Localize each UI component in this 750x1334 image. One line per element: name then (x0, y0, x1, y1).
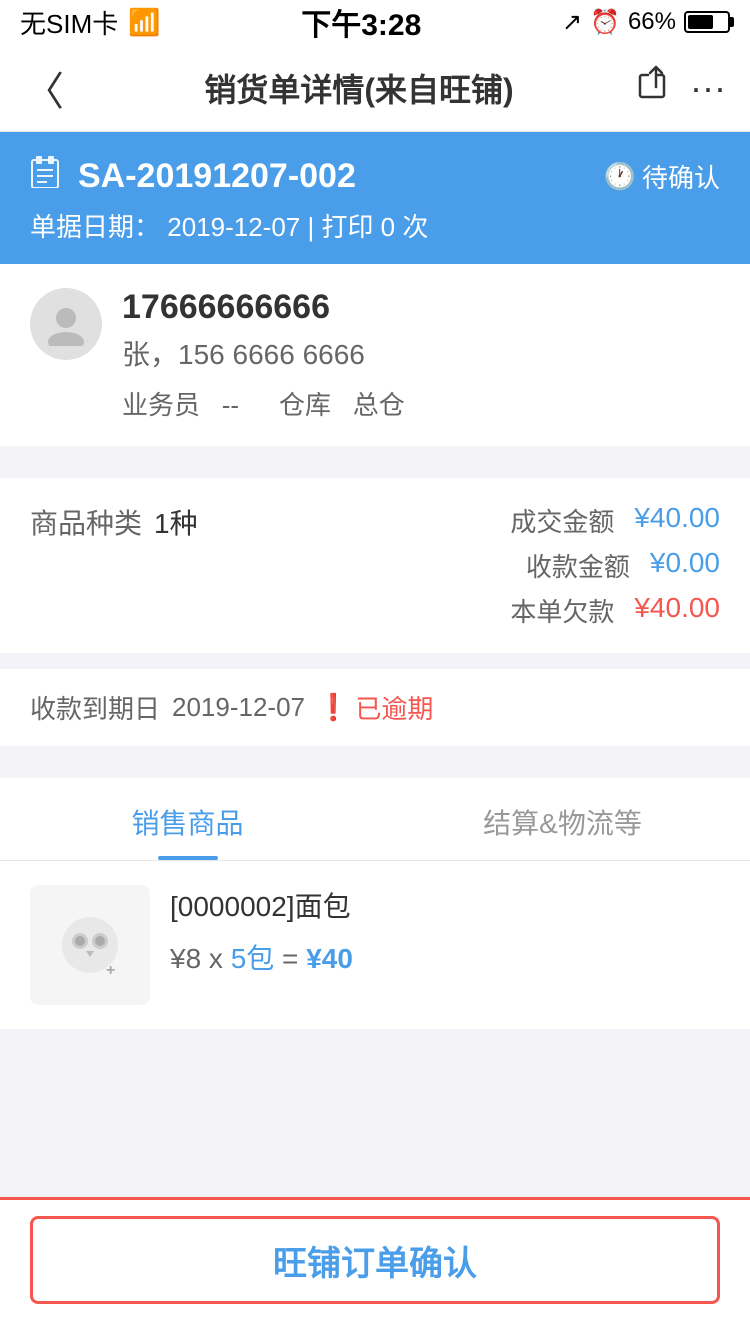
status-right: ↗ ⏰ 66% (562, 8, 730, 37)
order-icon (30, 156, 66, 197)
status-clock-icon: 🕐 (604, 161, 636, 192)
order-number: SA-20191207-002 (30, 156, 356, 197)
customer-phone: 17666666666 (122, 288, 720, 327)
time-display: 下午3:28 (301, 0, 421, 44)
battery-icon (684, 11, 730, 33)
battery-label: 66% (628, 8, 676, 36)
more-button[interactable]: ··· (690, 67, 726, 109)
location-icon: ↗ (562, 8, 582, 37)
avatar (30, 288, 102, 360)
sales-label: 业务员 -- (122, 385, 239, 422)
order-date: 单据日期： 2019-12-07 | 打印 0 次 (30, 207, 720, 244)
nav-bar: 〈 销货单详情(来自旺铺) ··· (0, 44, 750, 132)
customer-meta: 业务员 -- 仓库 总仓 (122, 385, 720, 422)
bottom-bar: 旺铺订单确认 (0, 1197, 750, 1334)
order-status: 🕐 待确认 (604, 158, 720, 195)
tab-products[interactable]: 销售商品 (0, 778, 375, 860)
order-header: SA-20191207-002 🕐 待确认 单据日期： 2019-12-07 |… (0, 132, 750, 264)
due-date-section: 收款到期日 2019-12-07 ❗ 已逾期 (0, 669, 750, 746)
amounts: 成交金额 ¥40.00 收款金额 ¥0.00 本单欠款 ¥40.00 (510, 502, 720, 629)
product-name: [0000002]面包 (170, 885, 720, 925)
due-label: 收款到期日 (30, 689, 160, 726)
carrier-label: 无SIM卡 (20, 4, 118, 41)
tab-settlement[interactable]: 结算&物流等 (375, 778, 750, 860)
tabs-container: 销售商品 结算&物流等 (0, 778, 750, 861)
status-bar: 无SIM卡 📶 下午3:28 ↗ ⏰ 66% (0, 0, 750, 44)
summary-section: 商品种类 1种 成交金额 ¥40.00 收款金额 ¥0.00 本单欠款 ¥40.… (0, 478, 750, 653)
product-section: + [0000002]面包 ¥8 x 5包 = ¥40 (0, 861, 750, 1029)
product-thumbnail: + (30, 885, 150, 1005)
back-button[interactable]: 〈 (24, 59, 84, 117)
divider-3 (0, 762, 750, 778)
divider-2 (0, 653, 750, 669)
svg-text:+: + (106, 962, 115, 979)
due-date: 2019-12-07 (172, 692, 305, 723)
confirm-button[interactable]: 旺铺订单确认 (30, 1216, 720, 1304)
divider-1 (0, 462, 750, 478)
collected-amount: 收款金额 ¥0.00 (526, 547, 720, 584)
wifi-icon: 📶 (128, 7, 160, 38)
product-item: + [0000002]面包 ¥8 x 5包 = ¥40 (30, 885, 720, 1005)
nav-actions: ··· (634, 65, 726, 110)
share-button[interactable] (634, 65, 670, 110)
customer-name: 张，156 6666 6666 (122, 333, 720, 373)
customer-section: 17666666666 张，156 6666 6666 业务员 -- 仓库 总仓 (0, 264, 750, 446)
customer-info: 17666666666 张，156 6666 6666 业务员 -- 仓库 总仓 (122, 288, 720, 422)
product-price: ¥8 x 5包 = ¥40 (170, 937, 720, 977)
warehouse-label: 仓库 总仓 (279, 385, 405, 422)
deal-amount: 成交金额 ¥40.00 (510, 502, 720, 539)
product-info: [0000002]面包 ¥8 x 5包 = ¥40 (170, 885, 720, 977)
page-title: 销货单详情(来自旺铺) (84, 65, 634, 111)
overdue-text: 已逾期 (355, 689, 433, 726)
alarm-icon: ⏰ (590, 8, 620, 37)
status-left: 无SIM卡 📶 (20, 4, 161, 41)
overdue-icon: ❗ (317, 692, 349, 723)
owed-amount: 本单欠款 ¥40.00 (510, 592, 720, 629)
product-type: 商品种类 1种 (30, 502, 198, 542)
overdue-badge: ❗ 已逾期 (317, 689, 433, 726)
